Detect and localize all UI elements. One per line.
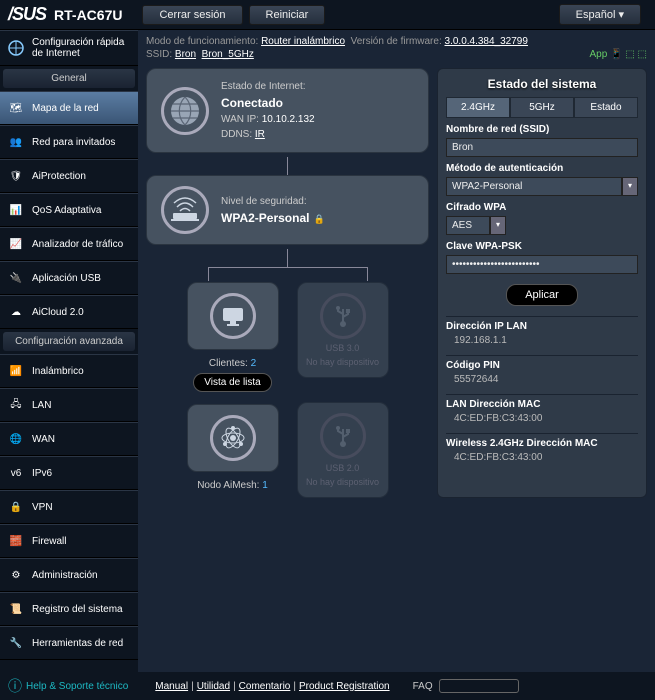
lock-icon: 🔒 bbox=[313, 214, 324, 224]
sidebar-item-vpn[interactable]: 🔒VPN bbox=[0, 490, 138, 524]
clients-card[interactable] bbox=[187, 282, 279, 350]
sidebar-item-analizador-de-tráfico[interactable]: 📈Analizador de tráfico bbox=[0, 227, 138, 261]
sidebar-item-qos-adaptativa[interactable]: 📊QoS Adaptativa bbox=[0, 193, 138, 227]
usb3-card[interactable]: USB 3.0 No hay dispositivo bbox=[297, 282, 389, 378]
nav-icon: v6 bbox=[6, 463, 26, 483]
tab-24ghz[interactable]: 2.4GHz bbox=[446, 97, 510, 118]
main-content: Modo de funcionamiento: Router inalámbri… bbox=[138, 30, 655, 682]
footer-link-manual[interactable]: Manual bbox=[155, 681, 188, 692]
sidebar-general-header: General bbox=[3, 69, 135, 88]
nav-icon: 🗺 bbox=[6, 98, 26, 118]
footer-link-register[interactable]: Product Registration bbox=[299, 681, 390, 692]
faq-search[interactable] bbox=[439, 679, 519, 693]
footer: ⓘ Help & Soporte técnico Manual| Utilida… bbox=[0, 672, 655, 700]
nav-icon: 📊 bbox=[6, 200, 26, 220]
auth-select[interactable] bbox=[446, 177, 622, 196]
sidebar-item-registro-del-sistema[interactable]: 📜Registro del sistema bbox=[0, 592, 138, 626]
gear-globe-icon bbox=[6, 38, 26, 58]
firmware-link[interactable]: 3.0.0.4.384_32799 bbox=[445, 36, 528, 47]
nav-icon: 🖧 bbox=[6, 395, 26, 415]
chevron-down-icon[interactable]: ▾ bbox=[490, 216, 506, 235]
reboot-button[interactable]: Reiniciar bbox=[249, 5, 326, 25]
sidebar-advanced-header: Configuración avanzada bbox=[3, 332, 135, 351]
router-icon bbox=[161, 186, 209, 234]
usb-icon bbox=[320, 293, 366, 339]
nav-icon: 🔧 bbox=[6, 633, 26, 653]
tab-5ghz[interactable]: 5GHz bbox=[510, 97, 574, 118]
chevron-down-icon[interactable]: ▾ bbox=[622, 177, 638, 196]
router-card[interactable]: Nivel de seguridad: WPA2-Personal🔒 bbox=[146, 175, 429, 245]
band-tabs: 2.4GHz 5GHz Estado bbox=[446, 97, 638, 118]
sidebar-item-aiprotection[interactable]: 🛡AiProtection bbox=[0, 159, 138, 193]
op-mode-link[interactable]: Router inalámbrico bbox=[261, 36, 345, 47]
internet-card[interactable]: Estado de Internet: Conectado WAN IP: 10… bbox=[146, 68, 429, 153]
language-select[interactable]: Español bbox=[559, 4, 641, 25]
nav-icon: 📈 bbox=[6, 234, 26, 254]
sidebar-item-firewall[interactable]: 🧱Firewall bbox=[0, 524, 138, 558]
nav-icon: 👥 bbox=[6, 132, 26, 152]
ssid-input[interactable] bbox=[446, 138, 638, 157]
aimesh-icon bbox=[210, 415, 256, 461]
tab-status[interactable]: Estado bbox=[574, 97, 638, 118]
nav-icon: 📜 bbox=[6, 599, 26, 619]
encryption-select[interactable] bbox=[446, 216, 490, 235]
panel-title: Estado del sistema bbox=[446, 77, 638, 91]
app-badge[interactable]: App 📱 ⬚ ⬚ bbox=[590, 49, 647, 60]
list-view-button[interactable]: Vista de lista bbox=[193, 373, 272, 392]
usb-icon bbox=[320, 413, 366, 459]
nav-icon: ☁ bbox=[6, 302, 26, 322]
usb2-card[interactable]: USB 2.0 No hay dispositivo bbox=[297, 402, 389, 498]
sidebar-item-mapa-de-la-red[interactable]: 🗺Mapa de la red bbox=[0, 91, 138, 125]
footer-link-utility[interactable]: Utilidad bbox=[197, 681, 230, 692]
logout-button[interactable]: Cerrar sesión bbox=[142, 5, 242, 25]
sidebar-item-inalámbrico[interactable]: 📶Inalámbrico bbox=[0, 354, 138, 388]
header: /SUS RT-AC67U Cerrar sesión Reiniciar Es… bbox=[0, 0, 655, 30]
faq-link[interactable]: FAQ bbox=[413, 681, 433, 692]
globe-icon bbox=[161, 87, 209, 135]
monitor-icon bbox=[210, 293, 256, 339]
nav-icon: 🔌 bbox=[6, 268, 26, 288]
sidebar-quick-setup[interactable]: Configuración rápida de Internet bbox=[0, 30, 138, 66]
ssid-link-1[interactable]: Bron bbox=[175, 49, 196, 60]
sidebar-item-red-para-invitados[interactable]: 👥Red para invitados bbox=[0, 125, 138, 159]
sidebar-item-wan[interactable]: 🌐WAN bbox=[0, 422, 138, 456]
help-link[interactable]: Help & Soporte técnico bbox=[26, 681, 128, 692]
nav-icon: 🔒 bbox=[6, 497, 26, 517]
ddns-link[interactable]: IR bbox=[255, 129, 265, 140]
sidebar-item-aicloud-2.0[interactable]: ☁AiCloud 2.0 bbox=[0, 295, 138, 329]
sidebar-item-lan[interactable]: 🖧LAN bbox=[0, 388, 138, 422]
nav-icon: 📶 bbox=[6, 361, 26, 381]
aimesh-card[interactable] bbox=[187, 404, 279, 472]
sidebar-item-ipv6[interactable]: v6IPv6 bbox=[0, 456, 138, 490]
brand-logo: /SUS bbox=[8, 4, 46, 25]
nav-icon: 🧱 bbox=[6, 531, 26, 551]
system-status-panel: Estado del sistema 2.4GHz 5GHz Estado No… bbox=[437, 68, 647, 498]
ssid-link-2[interactable]: Bron_5GHz bbox=[202, 49, 254, 60]
apply-button[interactable]: Aplicar bbox=[506, 284, 578, 306]
sidebar-item-herramientas-de-red[interactable]: 🔧Herramientas de red bbox=[0, 626, 138, 660]
sidebar-item-aplicación-usb[interactable]: 🔌Aplicación USB bbox=[0, 261, 138, 295]
nav-icon: ⚙ bbox=[6, 565, 26, 585]
nav-icon: 🛡 bbox=[6, 166, 26, 186]
model-name: RT-AC67U bbox=[54, 7, 122, 23]
footer-link-feedback[interactable]: Comentario bbox=[239, 681, 291, 692]
sidebar-item-administración[interactable]: ⚙Administración bbox=[0, 558, 138, 592]
nav-icon: 🌐 bbox=[6, 429, 26, 449]
wpa-key-input[interactable] bbox=[446, 255, 638, 274]
network-map: Estado de Internet: Conectado WAN IP: 10… bbox=[146, 68, 429, 498]
help-icon[interactable]: ⓘ bbox=[8, 676, 22, 696]
sidebar: Configuración rápida de Internet General… bbox=[0, 30, 138, 682]
